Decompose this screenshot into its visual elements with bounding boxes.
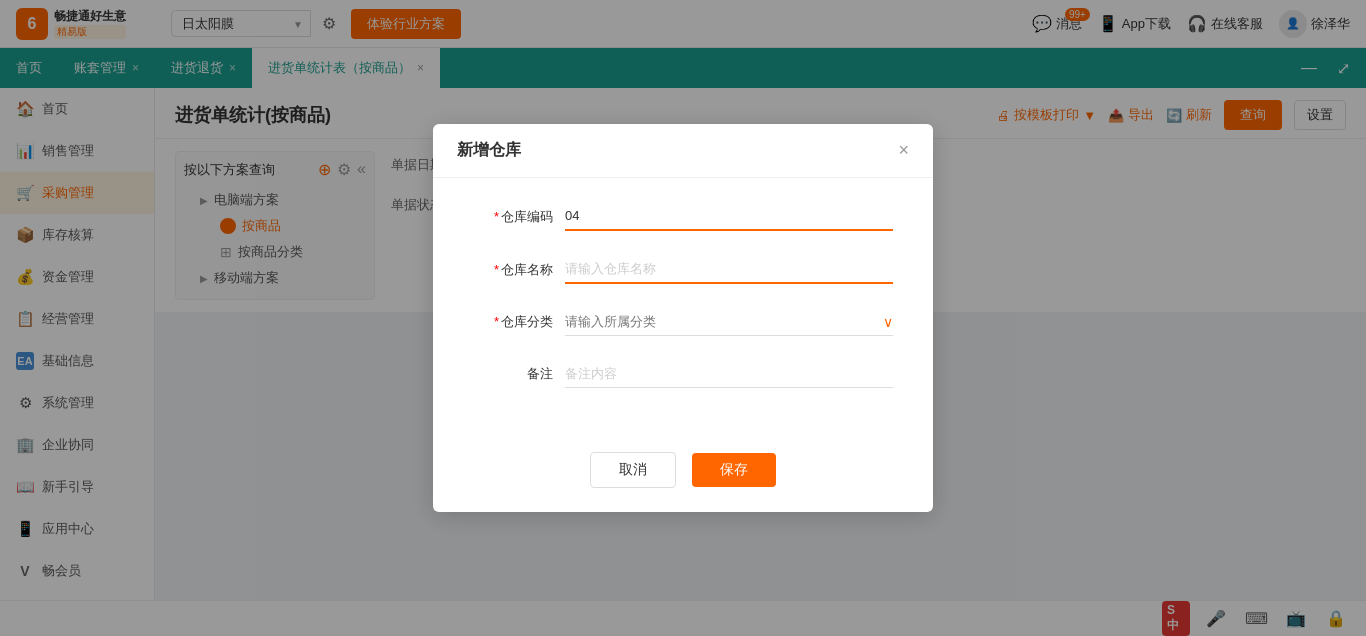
form-row-note: 备注 — [473, 360, 893, 388]
code-control — [565, 202, 893, 231]
modal-footer: 取消 保存 — [433, 436, 933, 512]
note-control — [565, 360, 893, 388]
modal-close-button[interactable]: × — [898, 140, 909, 161]
form-row-code: 仓库编码 — [473, 202, 893, 231]
code-input[interactable] — [565, 202, 893, 231]
category-select-wrap[interactable]: ∨ — [565, 308, 893, 336]
category-label: 仓库分类 — [473, 313, 553, 331]
category-control: ∨ — [565, 308, 893, 336]
code-label: 仓库编码 — [473, 208, 553, 226]
modal-overlay[interactable]: 新增仓库 × 仓库编码 仓库名称 仓库分类 — [0, 0, 1366, 636]
modal-title: 新增仓库 — [457, 140, 521, 161]
save-button[interactable]: 保存 — [692, 453, 776, 487]
modal-body: 仓库编码 仓库名称 仓库分类 ∨ — [433, 178, 933, 436]
form-row-category: 仓库分类 ∨ — [473, 308, 893, 336]
name-control — [565, 255, 893, 284]
note-input[interactable] — [565, 360, 893, 388]
note-label: 备注 — [473, 365, 553, 383]
name-label: 仓库名称 — [473, 261, 553, 279]
cancel-button[interactable]: 取消 — [590, 452, 676, 488]
category-chevron-icon: ∨ — [883, 314, 893, 330]
form-row-name: 仓库名称 — [473, 255, 893, 284]
name-input[interactable] — [565, 255, 893, 284]
category-select-input[interactable] — [565, 308, 883, 335]
add-warehouse-modal: 新增仓库 × 仓库编码 仓库名称 仓库分类 — [433, 124, 933, 512]
modal-header: 新增仓库 × — [433, 124, 933, 178]
